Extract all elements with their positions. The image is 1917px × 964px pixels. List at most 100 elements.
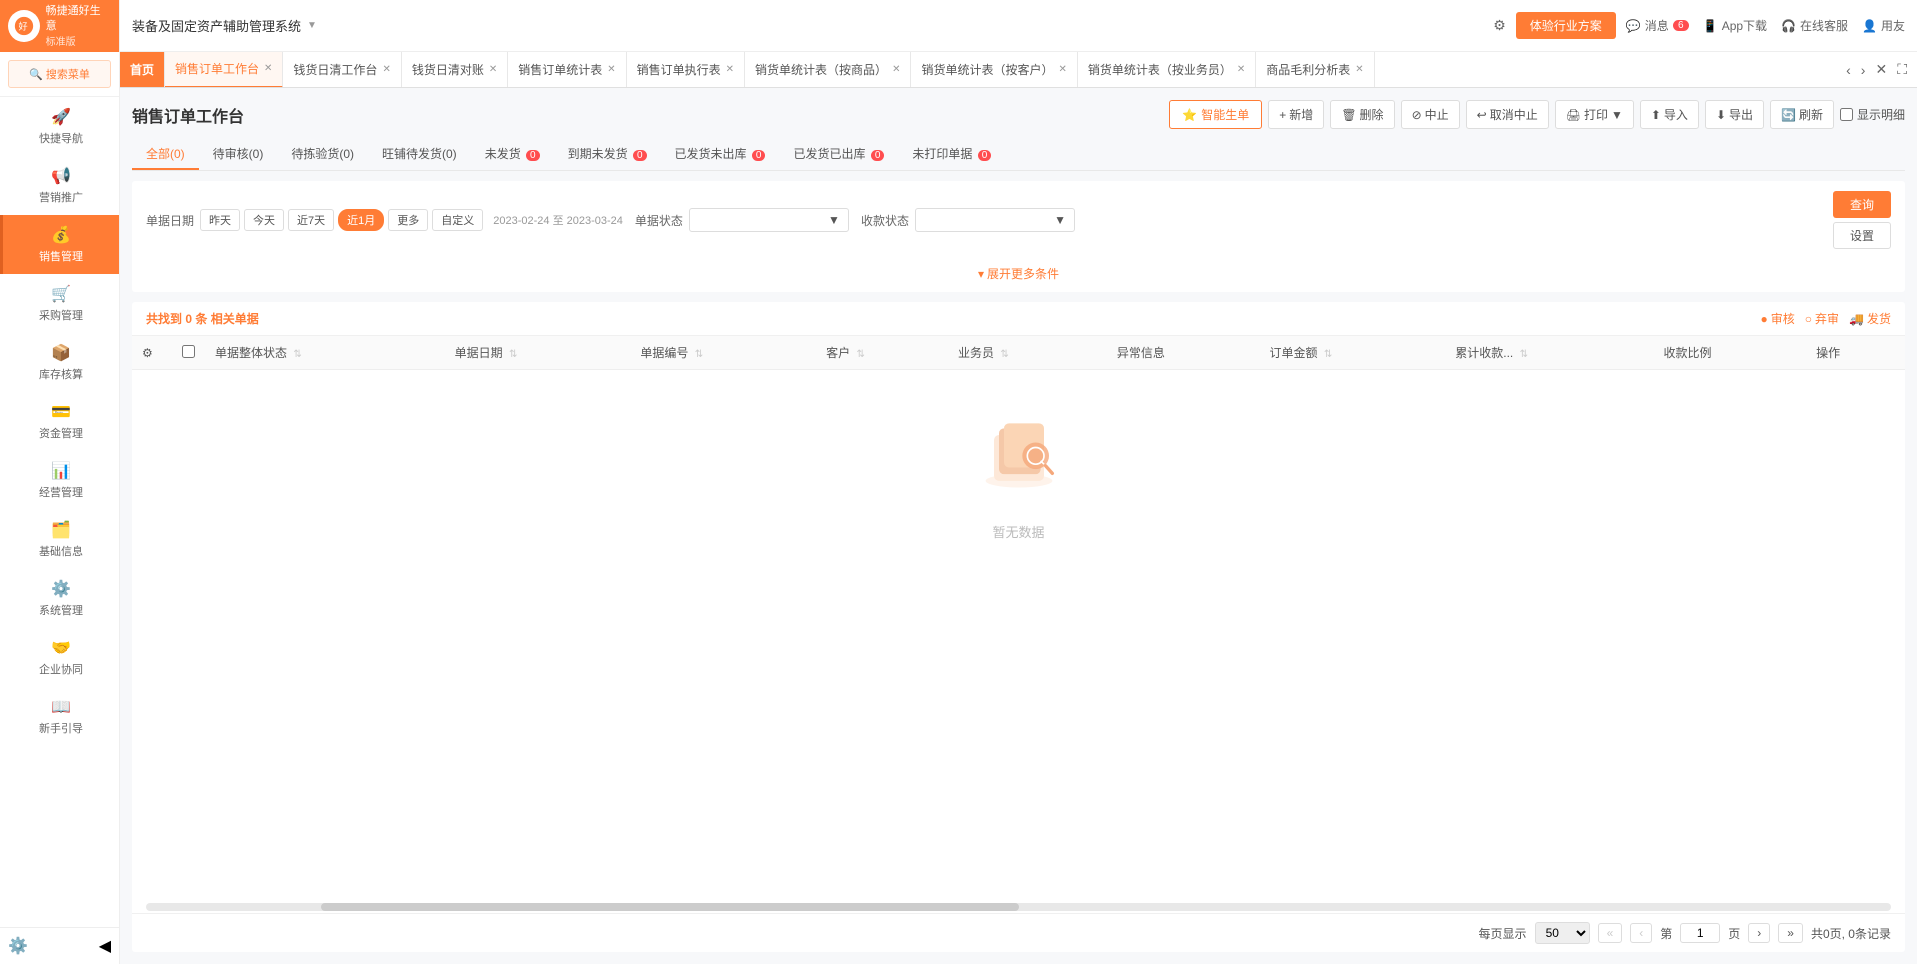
table-count: 共找到 0 条 相关单据 — [146, 310, 259, 327]
subtab-shipped-not-out[interactable]: 已发货未出库 0 — [661, 139, 780, 170]
tab-cash-daily[interactable]: 钱货日清工作台 ✕ — [283, 52, 401, 88]
date-yesterday-btn[interactable]: 昨天 — [200, 209, 240, 231]
sidebar-item-marketing[interactable]: 📢 营销推广 — [0, 156, 119, 215]
settings-icon[interactable]: ⚙️ — [8, 936, 28, 956]
sidebar-item-operation[interactable]: 📊 经营管理 — [0, 451, 119, 510]
sidebar-item-purchase[interactable]: 🛒 采购管理 — [0, 274, 119, 333]
sidebar-item-system[interactable]: ⚙️ 系统管理 — [0, 569, 119, 628]
subtab-overdue-unshipped[interactable]: 到期未发货 0 — [554, 139, 661, 170]
date-custom-btn[interactable]: 自定义 — [432, 209, 483, 231]
empty-icon — [969, 410, 1069, 510]
tab-close-icon[interactable]: ✕ — [1237, 64, 1245, 75]
tab-close-icon[interactable]: ✕ — [607, 64, 615, 75]
table-scroll[interactable]: ⚙ 单据整体状态 ⇅ 单据日期 ⇅ — [132, 336, 1905, 901]
table-toolbar: 共找到 0 条 相关单据 ● 审核 ○ 弃审 🚚 — [132, 302, 1905, 336]
col-amount-header[interactable]: 订单金额 ⇅ — [1259, 336, 1445, 370]
date-1month-btn[interactable]: 近1月 — [338, 209, 384, 231]
expand-filters-button[interactable]: ▾ 展开更多条件 — [978, 265, 1059, 282]
cancel-review-action-button[interactable]: ○ 弃审 — [1805, 310, 1839, 327]
sidebar-item-inventory[interactable]: 📦 库存核算 — [0, 333, 119, 392]
tab-close-icon[interactable]: ✕ — [1355, 64, 1363, 75]
subtab-unshipped[interactable]: 未发货 0 — [471, 139, 554, 170]
tab-close-icon[interactable]: ✕ — [726, 64, 734, 75]
search-menu-button[interactable]: 🔍 搜索菜单 — [8, 60, 111, 88]
export-button[interactable]: ⬇ 导出 — [1705, 100, 1764, 129]
smart-create-button[interactable]: ⭐ 智能生单 — [1169, 100, 1262, 129]
cancel-stop-button[interactable]: ↩ 取消中止 — [1466, 100, 1549, 129]
tab-sales-stat-staff[interactable]: 销货单统计表（按业务员） ✕ — [1078, 52, 1256, 88]
sidebar-item-sales[interactable]: 💰 销售管理 — [0, 215, 119, 274]
sidebar-item-basic[interactable]: 🗂️ 基础信息 — [0, 510, 119, 569]
subtab-unprinted[interactable]: 未打印单据 0 — [898, 139, 1005, 170]
date-more-btn[interactable]: 更多 — [388, 209, 428, 231]
date-today-btn[interactable]: 今天 — [244, 209, 284, 231]
tab-close-icon[interactable]: ✕ — [892, 64, 900, 75]
subtab-all[interactable]: 全部(0) — [132, 139, 199, 170]
tab-sales-exec[interactable]: 销售订单执行表 ✕ — [627, 52, 745, 88]
stop-button[interactable]: ⊘ 中止 — [1401, 100, 1460, 129]
review-action-button[interactable]: ● 审核 — [1761, 310, 1795, 327]
tab-sales-stat-product[interactable]: 销货单统计表（按商品） ✕ — [745, 52, 911, 88]
tab-gross-profit[interactable]: 商品毛利分析表 ✕ — [1256, 52, 1374, 88]
page-size-select[interactable]: 20 50 100 — [1535, 922, 1590, 944]
import-button[interactable]: ⬆ 导入 — [1640, 100, 1699, 129]
table-horizontal-scrollbar[interactable] — [146, 903, 1891, 911]
last-page-button[interactable]: » — [1778, 923, 1803, 943]
first-page-button[interactable]: « — [1598, 923, 1623, 943]
prev-page-button[interactable]: ‹ — [1630, 923, 1652, 943]
col-status-header[interactable]: 单据整体状态 ⇅ — [205, 336, 445, 370]
payment-select[interactable]: ▼ — [915, 208, 1075, 232]
tab-close-icon[interactable]: ✕ — [1058, 64, 1066, 75]
col-date-header[interactable]: 单据日期 ⇅ — [445, 336, 631, 370]
tab-scroll-left-button[interactable]: ‹ — [1842, 60, 1855, 80]
col-number-header[interactable]: 单据编号 ⇅ — [630, 336, 816, 370]
app-download-button[interactable]: 📱 App下载 — [1703, 17, 1767, 34]
tab-close-icon[interactable]: ✕ — [489, 64, 497, 75]
sidebar-item-finance[interactable]: 💳 资金管理 — [0, 392, 119, 451]
page-number-input[interactable] — [1680, 923, 1720, 943]
user-menu-button[interactable]: 👤 用友 — [1862, 17, 1905, 34]
table-header-row: ⚙ 单据整体状态 ⇅ 单据日期 ⇅ — [132, 336, 1905, 370]
refresh-button[interactable]: 🔄 刷新 — [1770, 100, 1834, 129]
tab-sales-stat[interactable]: 销售订单统计表 ✕ — [508, 52, 626, 88]
ship-action-button[interactable]: 🚚 发货 — [1849, 310, 1891, 327]
tab-close-all-button[interactable]: ✕ — [1871, 59, 1891, 80]
show-detail-checkbox[interactable] — [1840, 108, 1853, 121]
delete-button[interactable]: 🗑 删除 — [1330, 100, 1394, 129]
message-button[interactable]: 💬 消息 6 — [1626, 17, 1689, 34]
tab-sales-stat-customer[interactable]: 销货单统计表（按客户） ✕ — [911, 52, 1077, 88]
subtab-pending-check[interactable]: 待拣验货(0) — [277, 139, 368, 170]
tab-maximize-button[interactable]: ⛶ — [1893, 59, 1911, 80]
tab-home[interactable]: 首页 — [120, 52, 165, 88]
settings-col-icon[interactable]: ⚙ — [142, 346, 153, 360]
collapse-icon[interactable]: ◀ — [99, 936, 111, 956]
tab-scroll-right-button[interactable]: › — [1857, 60, 1870, 80]
query-button[interactable]: 查询 — [1833, 191, 1891, 218]
page-size-label: 每页显示 — [1479, 925, 1527, 942]
scrollbar-thumb[interactable] — [321, 903, 1019, 911]
status-select[interactable]: ▼ — [689, 208, 849, 232]
tab-close-icon[interactable]: ✕ — [382, 64, 390, 75]
tab-close-icon[interactable]: ✕ — [264, 63, 272, 74]
add-button[interactable]: + 新增 — [1268, 100, 1324, 129]
sidebar-item-cooperation[interactable]: 🤝 企业协同 — [0, 628, 119, 687]
tab-sales-order[interactable]: 销售订单工作台 ✕ — [165, 52, 283, 88]
show-detail-label[interactable]: 显示明细 — [1840, 106, 1905, 123]
col-customer-header[interactable]: 客户 ⇅ — [816, 336, 948, 370]
date-7days-btn[interactable]: 近7天 — [288, 209, 334, 231]
print-button[interactable]: 🖨 打印 ▼ — [1555, 100, 1634, 129]
subtab-shipped-out[interactable]: 已发货已出库 0 — [779, 139, 898, 170]
sidebar-item-guide[interactable]: 📖 新手引导 — [0, 687, 119, 746]
col-staff-header[interactable]: 业务员 ⇅ — [948, 336, 1107, 370]
tab-cash-reconcile[interactable]: 钱货日清对账 ✕ — [402, 52, 508, 88]
select-all-checkbox[interactable] — [182, 345, 195, 358]
next-page-button[interactable]: › — [1748, 923, 1770, 943]
sidebar-item-quick-nav[interactable]: 🚀 快捷导航 — [0, 97, 119, 156]
subtab-wangpu-ship[interactable]: 旺铺待发货(0) — [368, 139, 471, 170]
col-received-header[interactable]: 累计收款... ⇅ — [1445, 336, 1653, 370]
filter-setting-button[interactable]: 设置 — [1833, 222, 1891, 249]
online-service-button[interactable]: 🎧 在线客服 — [1781, 17, 1848, 34]
subtab-pending-review[interactable]: 待审核(0) — [199, 139, 278, 170]
solution-button[interactable]: 体验行业方案 — [1516, 12, 1616, 39]
topbar-settings-icon[interactable]: ⚙ — [1493, 17, 1506, 34]
